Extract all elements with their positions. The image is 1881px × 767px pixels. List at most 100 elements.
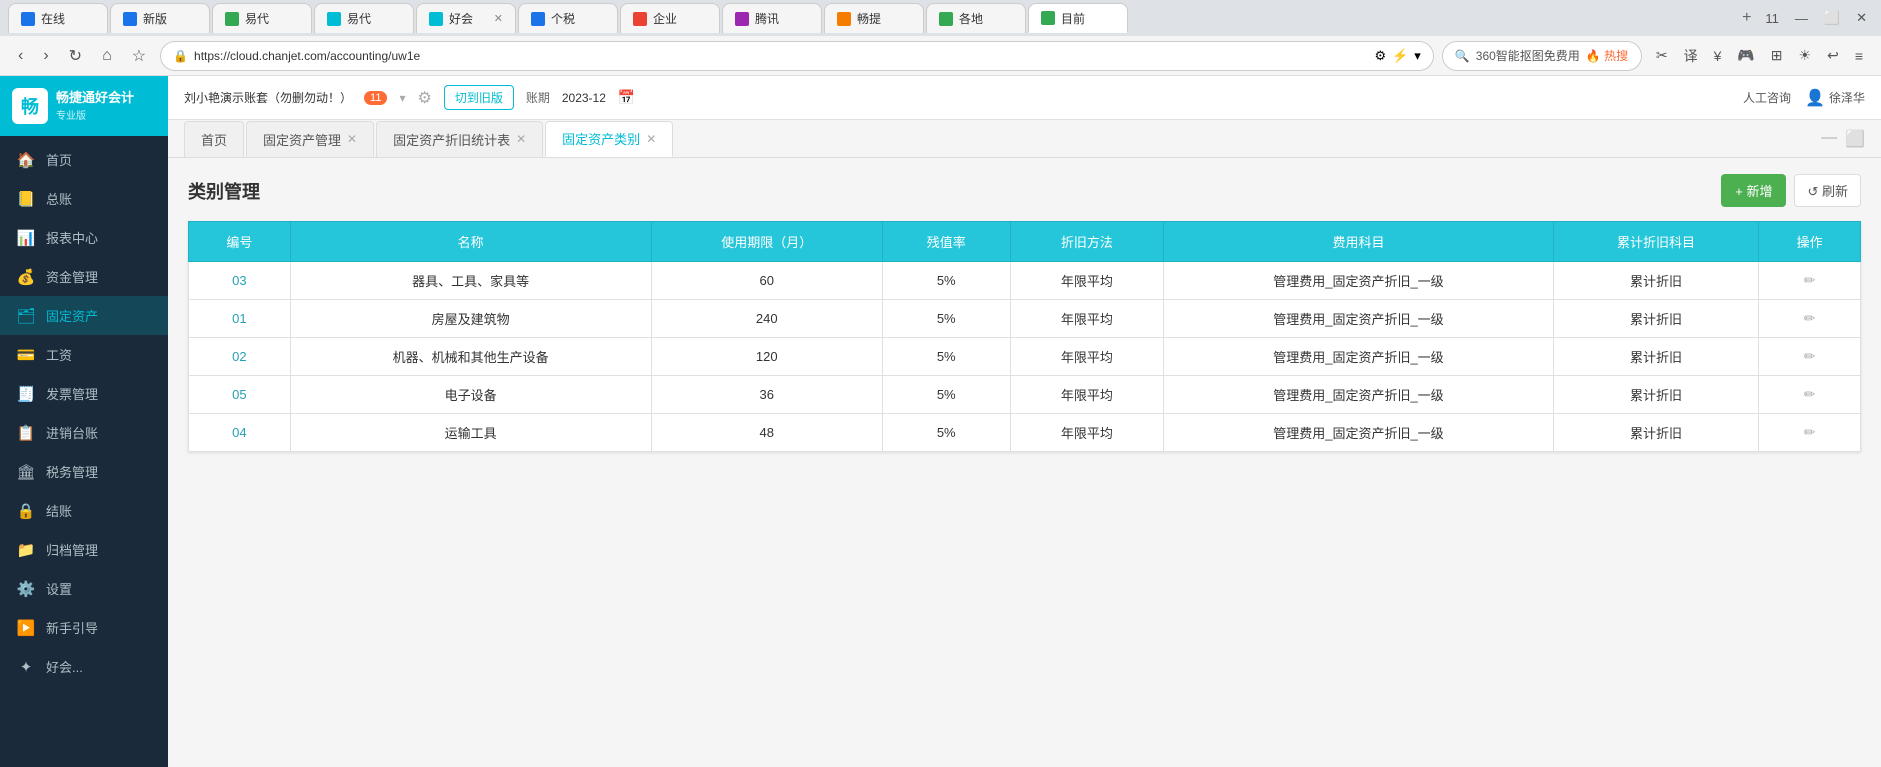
tab-fixed-mgmt[interactable]: 固定资产管理 ✕ [246,121,374,157]
tab-favicon [225,12,239,26]
sidebar-item-tax[interactable]: 🏛 税务管理 [0,452,168,491]
sidebar-item-more[interactable]: ✦ 好会... [0,647,168,686]
address-bar[interactable]: 🔒 https://cloud.chanjet.com/accounting/u… [160,41,1434,71]
sidebar-item-settings[interactable]: ⚙️ 设置 [0,569,168,608]
dropdown-arrow[interactable]: ▾ [399,91,405,105]
tab-label: 腾讯 [755,10,779,27]
sidebar-item-fixed-assets[interactable]: 🗂 固定资产 [0,296,168,335]
edit-icon[interactable]: ✏ [1804,272,1816,288]
code-link[interactable]: 02 [232,349,246,364]
cell-action: ✏ [1759,414,1861,452]
cell-accumulated-subject: 累计折旧 [1553,300,1758,338]
browser-tab-t6[interactable]: 个税 [518,3,618,33]
code-link[interactable]: 03 [232,273,246,288]
top-bar: 刘小艳演示账套（勿删勿动！） 11 ▾ ⚙ 切到旧版 账期 2023-12 📅 … [168,76,1881,120]
game-icon-btn[interactable]: 🎮 [1731,43,1760,68]
settings-gear-btn[interactable]: ⚙ [417,88,431,108]
window-maximize-button[interactable]: ⬜ [1818,8,1846,28]
sidebar-item-reports[interactable]: 📊 报表中心 [0,218,168,257]
top-bar-right: 人工咨询 👤 徐泽华 [1743,88,1865,108]
table-row: 02机器、机械和其他生产设备1205%年限平均管理费用_固定资产折旧_一级累计折… [189,338,1861,376]
tab-label: 畅提 [857,10,881,27]
edit-icon[interactable]: ✏ [1804,386,1816,402]
tab-home[interactable]: 首页 [184,121,244,157]
edit-icon[interactable]: ✏ [1804,424,1816,440]
sidebar-item-payroll[interactable]: 💳 工资 [0,335,168,374]
tab-category[interactable]: 固定资产类别✕ [545,121,673,157]
browser-tab-t5[interactable]: 好会 ✕ [416,3,516,33]
sidebar-item-close[interactable]: 🔒 结账 [0,491,168,530]
page-tab-close[interactable]: ✕ [646,132,656,146]
sidebar-item-purchase-sales[interactable]: 📋 进销台账 [0,413,168,452]
tab-depreciation[interactable]: 固定资产折旧统计表✕ [376,121,543,157]
page-tab-window-controls: — ⬜ [1821,129,1865,149]
home-button[interactable]: ⌂ [96,43,118,69]
browser-tab-t1[interactable]: 在线 [8,3,108,33]
browser-tab-t7[interactable]: 企业 [620,3,720,33]
user-avatar-area[interactable]: 👤 徐泽华 [1805,88,1865,108]
browser-tab-t10[interactable]: 各地 [926,3,1026,33]
switch-version-button[interactable]: 切到旧版 [444,85,514,110]
browser-tab-t11[interactable]: 目前 [1028,3,1128,33]
window-close-button[interactable]: ✕ [1850,8,1873,28]
back-button[interactable]: ‹ [12,43,29,69]
currency-icon-btn[interactable]: ¥ [1708,44,1728,68]
edit-icon[interactable]: ✏ [1804,310,1816,326]
new-tab-button[interactable]: + [1736,9,1757,27]
browser-tab-t2[interactable]: 新版 [110,3,210,33]
service-label[interactable]: 人工咨询 [1743,89,1791,106]
tab-label: 目前 [1061,10,1085,27]
tab-favicon [327,12,341,26]
bookmark-button[interactable]: ☆ [126,42,152,70]
add-button[interactable]: + 新增 [1721,174,1786,207]
minimize-page-icon[interactable]: — [1821,129,1837,149]
period-value: 2023-12 [562,91,606,105]
cell-name: 电子设备 [290,376,651,414]
sidebar-item-archive[interactable]: 📁 归档管理 [0,530,168,569]
menu-icon-btn[interactable]: ≡ [1849,44,1869,68]
window-minimize-button[interactable]: — [1789,9,1814,28]
browser-tab-t9[interactable]: 畅提 [824,3,924,33]
maximize-page-icon[interactable]: ⬜ [1845,129,1865,149]
sidebar-item-home[interactable]: 🏠 首页 [0,140,168,179]
code-link[interactable]: 01 [232,311,246,326]
sun-icon-btn[interactable]: ☀ [1793,43,1818,68]
page-tabs: 首页固定资产管理✕固定资产折旧统计表✕固定资产类别✕ — ⬜ [168,120,1881,158]
cell-accumulated-subject: 累计折旧 [1553,414,1758,452]
cell-name: 房屋及建筑物 [290,300,651,338]
calendar-icon[interactable]: 📅 [618,89,635,106]
browser-tab-t8[interactable]: 腾讯 [722,3,822,33]
cell-action: ✏ [1759,262,1861,300]
cut-icon-btn[interactable]: ✂ [1650,43,1674,68]
sidebar-item-ledger[interactable]: 📒 总账 [0,179,168,218]
page-tab-label: 固定资产管理 [263,130,341,149]
edit-icon[interactable]: ✏ [1804,348,1816,364]
grid-icon-btn[interactable]: ⊞ [1765,43,1789,68]
cell-depreciation-method: 年限平均 [1010,376,1164,414]
refresh-button[interactable]: ↺ 刷新 [1794,174,1861,207]
address-dropdown-icon[interactable]: ▾ [1414,48,1421,64]
tab-favicon [531,12,545,26]
page-tab-close[interactable]: ✕ [347,132,357,146]
tab-count-button[interactable]: 11 [1759,9,1785,28]
browser-tab-t4[interactable]: 易代 [314,3,414,33]
code-link[interactable]: 04 [232,425,246,440]
code-link[interactable]: 05 [232,387,246,402]
site-info-icon: ⚙ [1374,48,1386,64]
translate-icon-btn[interactable]: 译 [1678,42,1704,70]
search-bar[interactable]: 🔍 360智能抠图免费用 🔥 热搜 [1442,41,1642,71]
cell-name: 机器、机械和其他生产设备 [290,338,651,376]
nav-label-home: 首页 [46,150,72,169]
sidebar-item-guide[interactable]: ▶️ 新手引导 [0,608,168,647]
browser-tab-t3[interactable]: 易代 [212,3,312,33]
forward-button[interactable]: › [37,43,54,69]
page-tab-close[interactable]: ✕ [516,132,526,146]
undo-icon-btn[interactable]: ↩ [1821,43,1845,68]
sidebar-item-invoice[interactable]: 🧾 发票管理 [0,374,168,413]
cell-accumulated-subject: 累计折旧 [1553,262,1758,300]
reload-button[interactable]: ↻ [63,42,88,70]
sidebar-item-funds[interactable]: 💰 资金管理 [0,257,168,296]
cell-action: ✏ [1759,300,1861,338]
tab-close-btn[interactable]: ✕ [494,12,503,25]
tab-label: 在线 [41,10,65,27]
